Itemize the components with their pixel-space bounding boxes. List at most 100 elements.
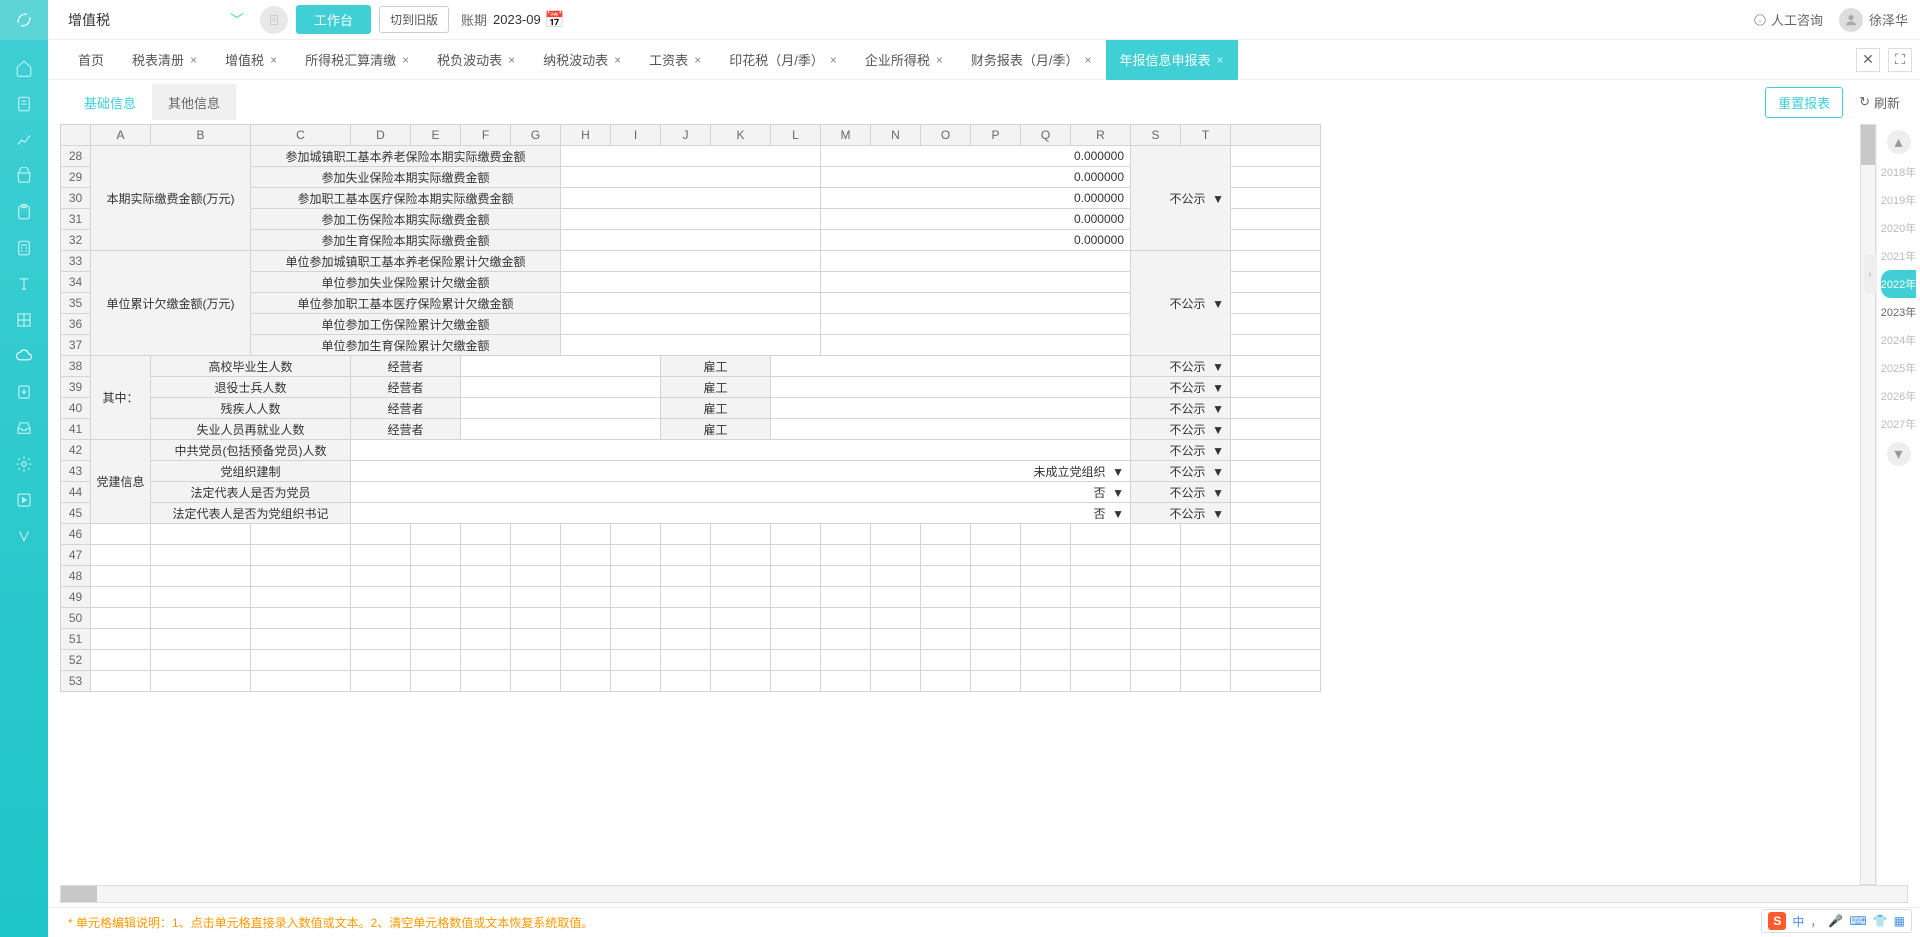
tab-close-icon[interactable]: × — [270, 53, 277, 67]
nav-v-icon[interactable] — [0, 518, 48, 554]
col-header-G[interactable]: G — [511, 125, 561, 146]
switch-old-button[interactable]: 切到旧版 — [379, 6, 449, 33]
tab-expand-button[interactable]: ⛶ — [1888, 48, 1912, 72]
spreadsheet[interactable]: ABCDEFGHIJKLMNOPQRST28本期实际缴费金额(万元)参加城镇职工… — [48, 124, 1860, 885]
ime-punct-icon[interactable]: ， — [1810, 913, 1822, 930]
year-2023年[interactable]: 2023年 — [1881, 298, 1916, 326]
nav-doc-icon[interactable] — [0, 86, 48, 122]
tab-10[interactable]: 年报信息申报表× — [1106, 40, 1238, 80]
tab-close-icon[interactable]: × — [830, 53, 837, 67]
col-header-O[interactable]: O — [921, 125, 971, 146]
col-header-Q[interactable]: Q — [1021, 125, 1071, 146]
year-2018年: 2018年 — [1881, 158, 1916, 186]
nav-export-icon[interactable] — [0, 374, 48, 410]
calendar-icon[interactable]: 📅 — [545, 10, 565, 30]
tab-close-icon[interactable]: × — [190, 53, 197, 67]
ime-mic-icon[interactable]: 🎤 — [1828, 914, 1843, 928]
rail-down-button[interactable]: ▾ — [1887, 442, 1911, 466]
col-header-A[interactable]: A — [91, 125, 151, 146]
nav-chart-icon[interactable] — [0, 122, 48, 158]
report-selector[interactable]: 增值税 ﹀ — [60, 6, 252, 34]
tab-0[interactable]: 首页 — [64, 40, 118, 80]
nav-cloud-icon[interactable] — [0, 338, 48, 374]
subtab-basic-info[interactable]: 基础信息 — [68, 84, 152, 120]
tab-7[interactable]: 印花税（月/季）× — [715, 40, 851, 80]
col-header-J[interactable]: J — [661, 125, 711, 146]
nav-clipboard-icon[interactable] — [0, 194, 48, 230]
year-2026年: 2026年 — [1881, 382, 1916, 410]
left-sidebar — [0, 0, 48, 937]
tab-2[interactable]: 增值税× — [211, 40, 291, 80]
col-header-S[interactable]: S — [1131, 125, 1181, 146]
col-header-M[interactable]: M — [821, 125, 871, 146]
tab-close-all-button[interactable]: ✕ — [1856, 48, 1880, 72]
subtab-other-info[interactable]: 其他信息 — [152, 84, 236, 120]
tab-9[interactable]: 财务报表（月/季）× — [957, 40, 1106, 80]
ime-tools-icon[interactable]: ▦ — [1894, 914, 1905, 928]
ime-toolbar[interactable]: S 中 ， 🎤 ⌨ 👕 ▦ — [1761, 909, 1912, 933]
tab-6[interactable]: 工资表× — [635, 40, 715, 80]
col-header-L[interactable]: L — [771, 125, 821, 146]
chevron-down-icon: ﹀ — [230, 10, 244, 30]
tab-3[interactable]: 所得税汇算清缴× — [291, 40, 423, 80]
period-value[interactable]: 2023-09 — [493, 12, 541, 27]
nav-inbox-icon[interactable] — [0, 410, 48, 446]
report-name: 增值税 — [68, 10, 110, 30]
col-header-N[interactable]: N — [871, 125, 921, 146]
tab-8[interactable]: 企业所得税× — [851, 40, 957, 80]
nav-text-icon[interactable] — [0, 266, 48, 302]
col-header-F[interactable]: F — [461, 125, 511, 146]
rail-collapse-button[interactable]: › — [1864, 254, 1876, 294]
tab-1[interactable]: 税表清册× — [118, 40, 211, 80]
year-2027年: 2027年 — [1881, 410, 1916, 438]
col-header-B[interactable]: B — [151, 125, 251, 146]
ime-lang[interactable]: 中 — [1792, 913, 1804, 930]
tab-close-icon[interactable]: × — [402, 53, 409, 67]
avatar-icon — [1839, 8, 1863, 32]
round-doc-button[interactable] — [260, 6, 288, 34]
ime-skin-icon[interactable]: 👕 — [1873, 914, 1888, 928]
nav-settings-icon[interactable] — [0, 446, 48, 482]
col-header-E[interactable]: E — [411, 125, 461, 146]
footer-hint: * 单元格编辑说明：1、点击单元格直接录入数值或文本。2、清空单元格数值或文本恢… — [68, 914, 593, 931]
col-header-P[interactable]: P — [971, 125, 1021, 146]
tab-4[interactable]: 税负波动表× — [423, 40, 529, 80]
nav-bag-icon[interactable] — [0, 158, 48, 194]
col-header-I[interactable]: I — [611, 125, 661, 146]
horizontal-scrollbar[interactable] — [60, 885, 1908, 903]
user-menu[interactable]: 徐泽华 — [1839, 8, 1908, 32]
col-header-T[interactable]: T — [1181, 125, 1231, 146]
nav-grid-icon[interactable] — [0, 302, 48, 338]
help-link[interactable]: 人工咨询 — [1753, 10, 1823, 29]
tab-close-icon[interactable]: × — [614, 53, 621, 67]
year-2022年[interactable]: 2022年 — [1881, 270, 1916, 298]
ime-badge-icon: S — [1768, 912, 1786, 930]
tab-close-icon[interactable]: × — [508, 53, 515, 67]
col-header-D[interactable]: D — [351, 125, 411, 146]
tab-close-icon[interactable]: × — [1085, 53, 1092, 67]
workbench-button[interactable]: 工作台 — [296, 5, 371, 34]
rail-up-button[interactable]: ▴ — [1887, 130, 1911, 154]
year-2020年: 2020年 — [1881, 214, 1916, 242]
year-rail: › ▴ 2018年2019年2020年2021年2022年2023年2024年2… — [1876, 124, 1920, 885]
vertical-scrollbar[interactable] — [1860, 124, 1876, 885]
refresh-button[interactable]: ↻刷新 — [1859, 93, 1900, 112]
top-bar: 增值税 ﹀ 工作台 切到旧版 账期 2023-09 📅 人工咨询 徐泽华 — [48, 0, 1920, 40]
app-logo — [0, 0, 48, 40]
tab-close-icon[interactable]: × — [1217, 53, 1224, 67]
nav-home-icon[interactable] — [0, 50, 48, 86]
col-header-H[interactable]: H — [561, 125, 611, 146]
tab-close-icon[interactable]: × — [936, 53, 943, 67]
year-2025年: 2025年 — [1881, 354, 1916, 382]
tab-5[interactable]: 纳税波动表× — [529, 40, 635, 80]
period-label: 账期 — [461, 10, 487, 29]
year-2024年: 2024年 — [1881, 326, 1916, 354]
ime-keyboard-icon[interactable]: ⌨ — [1849, 914, 1866, 928]
tab-close-icon[interactable]: × — [694, 53, 701, 67]
col-header-R[interactable]: R — [1071, 125, 1131, 146]
col-header-K[interactable]: K — [711, 125, 771, 146]
reset-report-button[interactable]: 重置报表 — [1765, 87, 1843, 118]
nav-calc-icon[interactable] — [0, 230, 48, 266]
nav-play-icon[interactable] — [0, 482, 48, 518]
col-header-C[interactable]: C — [251, 125, 351, 146]
